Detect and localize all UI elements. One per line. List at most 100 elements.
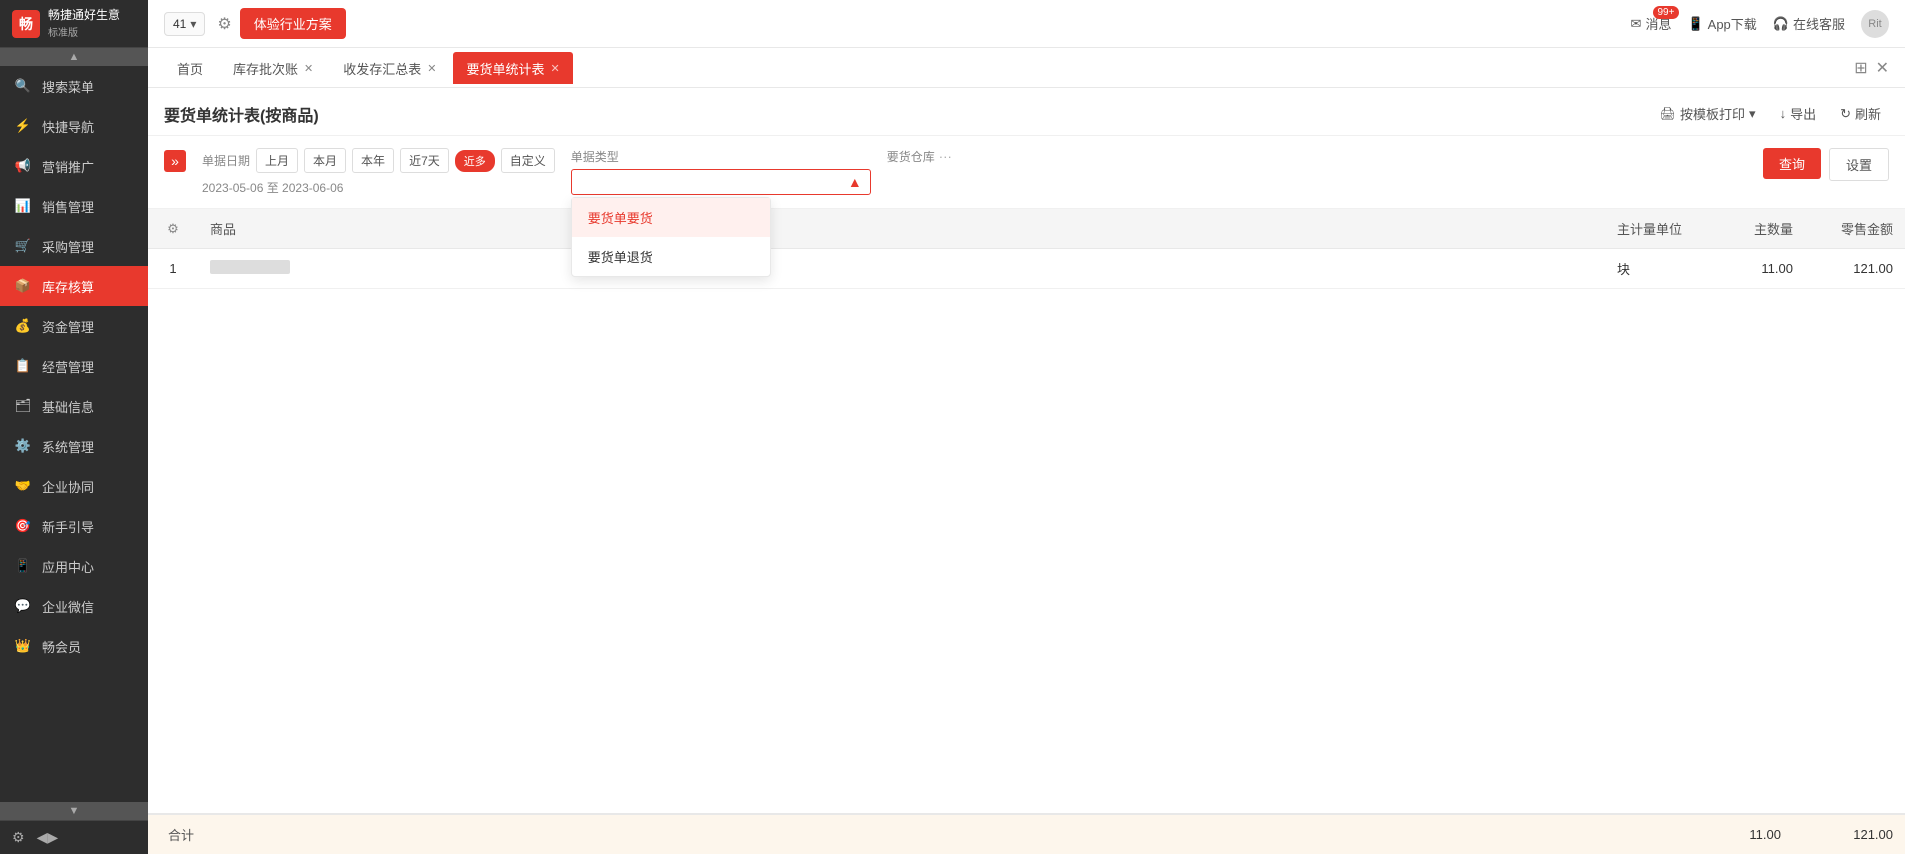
- apps-icon: 📱: [12, 555, 34, 577]
- members-icon: 👑: [12, 635, 34, 657]
- date-btn-last7days[interactable]: 近7天: [400, 148, 449, 173]
- sidebar-item-operations[interactable]: 📋 经营管理: [0, 346, 148, 386]
- trial-button[interactable]: 体验行业方案: [240, 8, 346, 39]
- sidebar-item-base[interactable]: 🗂 基础信息: [0, 386, 148, 426]
- message-icon: ✉: [1631, 16, 1642, 32]
- sidebar-item-inventory[interactable]: 📦 库存核算: [0, 266, 148, 306]
- app-version: 标准版: [48, 24, 120, 39]
- sidebar-item-purchase[interactable]: 🛒 采购管理: [0, 226, 148, 266]
- export-btn[interactable]: ↓ 导出: [1772, 100, 1825, 127]
- settings-icon[interactable]: ⚙: [12, 829, 25, 846]
- app-download-label: App下载: [1708, 14, 1757, 33]
- sales-icon: 📊: [12, 195, 34, 217]
- col-unit-header: 主计量单位: [1605, 209, 1705, 249]
- store-selector[interactable]: 41 ▾: [164, 12, 205, 36]
- col-settings-header: ⚙: [148, 209, 198, 249]
- logo-icon: 畅: [12, 10, 40, 38]
- warehouse-dots[interactable]: ···: [939, 149, 952, 164]
- filter-expand-button[interactable]: »: [164, 150, 186, 172]
- column-settings-icon[interactable]: ⚙: [167, 221, 179, 236]
- sidebar-item-guide[interactable]: 🎯 新手引导: [0, 506, 148, 546]
- app-download-item[interactable]: 📱 App下载: [1687, 14, 1756, 33]
- cell-quantity: 11.00: [1705, 249, 1805, 289]
- print-btn[interactable]: 🖨 按模板打印 ▾: [1652, 100, 1764, 127]
- messages-item[interactable]: ✉ 消息 99+: [1631, 14, 1672, 33]
- settings-button[interactable]: 设置: [1829, 148, 1889, 181]
- date-btn-this-year[interactable]: 本年: [352, 148, 394, 173]
- sidebar-scroll-up[interactable]: ▲: [0, 48, 148, 66]
- phone-icon: 📱: [1687, 16, 1703, 32]
- query-button[interactable]: 查询: [1763, 148, 1821, 179]
- avatar: Rit: [1861, 10, 1889, 38]
- sidebar-nav: 🔍 搜索菜单 ⚡ 快捷导航 📢 营销推广 📊 销售管理 🛒 采购管理 📦 库存核…: [0, 66, 148, 802]
- sidebar-item-enterprise[interactable]: 🤝 企业协同: [0, 466, 148, 506]
- tabs-right-actions: ⊞ ✕: [1854, 58, 1889, 78]
- page-inner: 要货单统计表(按商品) 🖨 按模板打印 ▾ ↓ 导出 ↻ 刷新: [148, 88, 1905, 854]
- footer-amount: 121.00: [1793, 827, 1893, 842]
- page-actions: 🖨 按模板打印 ▾ ↓ 导出 ↻ 刷新: [1652, 100, 1890, 127]
- tab-close-order-summary[interactable]: ✕: [551, 62, 560, 75]
- refresh-btn[interactable]: ↻ 刷新: [1832, 100, 1889, 127]
- chevron-down-icon: ▾: [190, 17, 196, 31]
- tabs-bar: 首页 库存批次账 ✕ 收发存汇总表 ✕ 要货单统计表 ✕ ⊞ ✕: [148, 48, 1905, 88]
- operations-icon: 📋: [12, 355, 34, 377]
- sidebar-item-quick-nav[interactable]: ⚡ 快捷导航: [0, 106, 148, 146]
- tab-close-batch-account[interactable]: ✕: [304, 62, 313, 75]
- header-right: ✉ 消息 99+ 📱 App下载 🎧 在线客服 Rit: [1631, 10, 1889, 38]
- page-content: 要货单统计表(按商品) 🖨 按模板打印 ▾ ↓ 导出 ↻ 刷新: [148, 88, 1905, 854]
- sidebar-item-apps[interactable]: 📱 应用中心: [0, 546, 148, 586]
- dropdown-item-order-goods[interactable]: 要货单要货: [572, 198, 770, 237]
- top-header: 41 ▾ ⚙ 体验行业方案 ✉ 消息 99+ 📱 App下载 🎧 在线客服: [148, 0, 1905, 48]
- filter-actions: 查询 设置: [1763, 148, 1889, 181]
- sidebar-item-finance[interactable]: 💰 资金管理: [0, 306, 148, 346]
- online-service-item[interactable]: 🎧 在线客服: [1773, 14, 1845, 33]
- tab-home[interactable]: 首页: [164, 52, 216, 84]
- finance-icon: 💰: [12, 315, 34, 337]
- sidebar-item-system[interactable]: ⚙️ 系统管理: [0, 426, 148, 466]
- purchase-icon: 🛒: [12, 235, 34, 257]
- col-product-header: 商品: [198, 209, 1605, 249]
- sidebar: 畅 畅捷通好生意 标准版 ▲ 🔍 搜索菜单 ⚡ 快捷导航 📢 营销推广 📊 销售…: [0, 0, 148, 854]
- sidebar-bottom: ⚙ ◀▶: [0, 820, 148, 854]
- tab-expand-icon[interactable]: ⊞: [1854, 58, 1867, 78]
- sidebar-item-sales[interactable]: 📊 销售管理: [0, 186, 148, 226]
- enterprise-icon: 🤝: [12, 475, 34, 497]
- type-label: 单据类型: [571, 148, 871, 165]
- inventory-icon: 📦: [12, 275, 34, 297]
- date-btn-last-month[interactable]: 上月: [256, 148, 298, 173]
- store-number: 41: [173, 17, 186, 31]
- cell-product: [198, 249, 1605, 289]
- wechat-icon: 💬: [12, 595, 34, 617]
- type-dropdown-arrow[interactable]: ▲: [848, 174, 862, 190]
- main-area: 41 ▾ ⚙ 体验行业方案 ✉ 消息 99+ 📱 App下载 🎧 在线客服: [148, 0, 1905, 854]
- dropdown-item-order-return[interactable]: 要货单退货: [572, 237, 770, 276]
- sidebar-item-marketing[interactable]: 📢 营销推广: [0, 146, 148, 186]
- tab-order-summary[interactable]: 要货单统计表 ✕: [453, 52, 572, 84]
- footer-quantity: 11.00: [1693, 827, 1793, 842]
- marketing-icon: 📢: [12, 155, 34, 177]
- user-avatar-area[interactable]: Rit: [1861, 10, 1889, 38]
- tab-batch-account[interactable]: 库存批次账 ✕: [220, 52, 326, 84]
- sidebar-item-search[interactable]: 🔍 搜索菜单: [0, 66, 148, 106]
- date-btn-more[interactable]: 近多: [455, 150, 495, 172]
- table-row: 1 块 11.00 121.0: [148, 249, 1905, 289]
- type-input[interactable]: [580, 175, 848, 190]
- cell-unit: 块: [1605, 249, 1705, 289]
- sidebar-scroll-down[interactable]: ▼: [0, 802, 148, 820]
- date-label: 单据日期: [202, 152, 250, 169]
- tab-collect-summary[interactable]: 收发存汇总表 ✕: [330, 52, 449, 84]
- type-input-wrap[interactable]: ▲: [571, 169, 871, 195]
- tab-close-all-icon[interactable]: ✕: [1876, 58, 1889, 78]
- print-dropdown-icon: ▾: [1749, 106, 1756, 122]
- tab-close-collect-summary[interactable]: ✕: [427, 62, 436, 75]
- date-btn-this-month[interactable]: 本月: [304, 148, 346, 173]
- guide-icon: 🎯: [12, 515, 34, 537]
- date-btn-custom[interactable]: 自定义: [501, 148, 555, 173]
- sidebar-item-members[interactable]: 👑 畅会员: [0, 626, 148, 666]
- page-title: 要货单统计表(按商品): [164, 102, 319, 126]
- gear-icon[interactable]: ⚙: [217, 14, 231, 34]
- collapse-icon[interactable]: ◀▶: [37, 829, 59, 846]
- cell-amount: 121.00: [1805, 249, 1905, 289]
- cell-no: 1: [148, 249, 198, 289]
- sidebar-item-wechat[interactable]: 💬 企业微信: [0, 586, 148, 626]
